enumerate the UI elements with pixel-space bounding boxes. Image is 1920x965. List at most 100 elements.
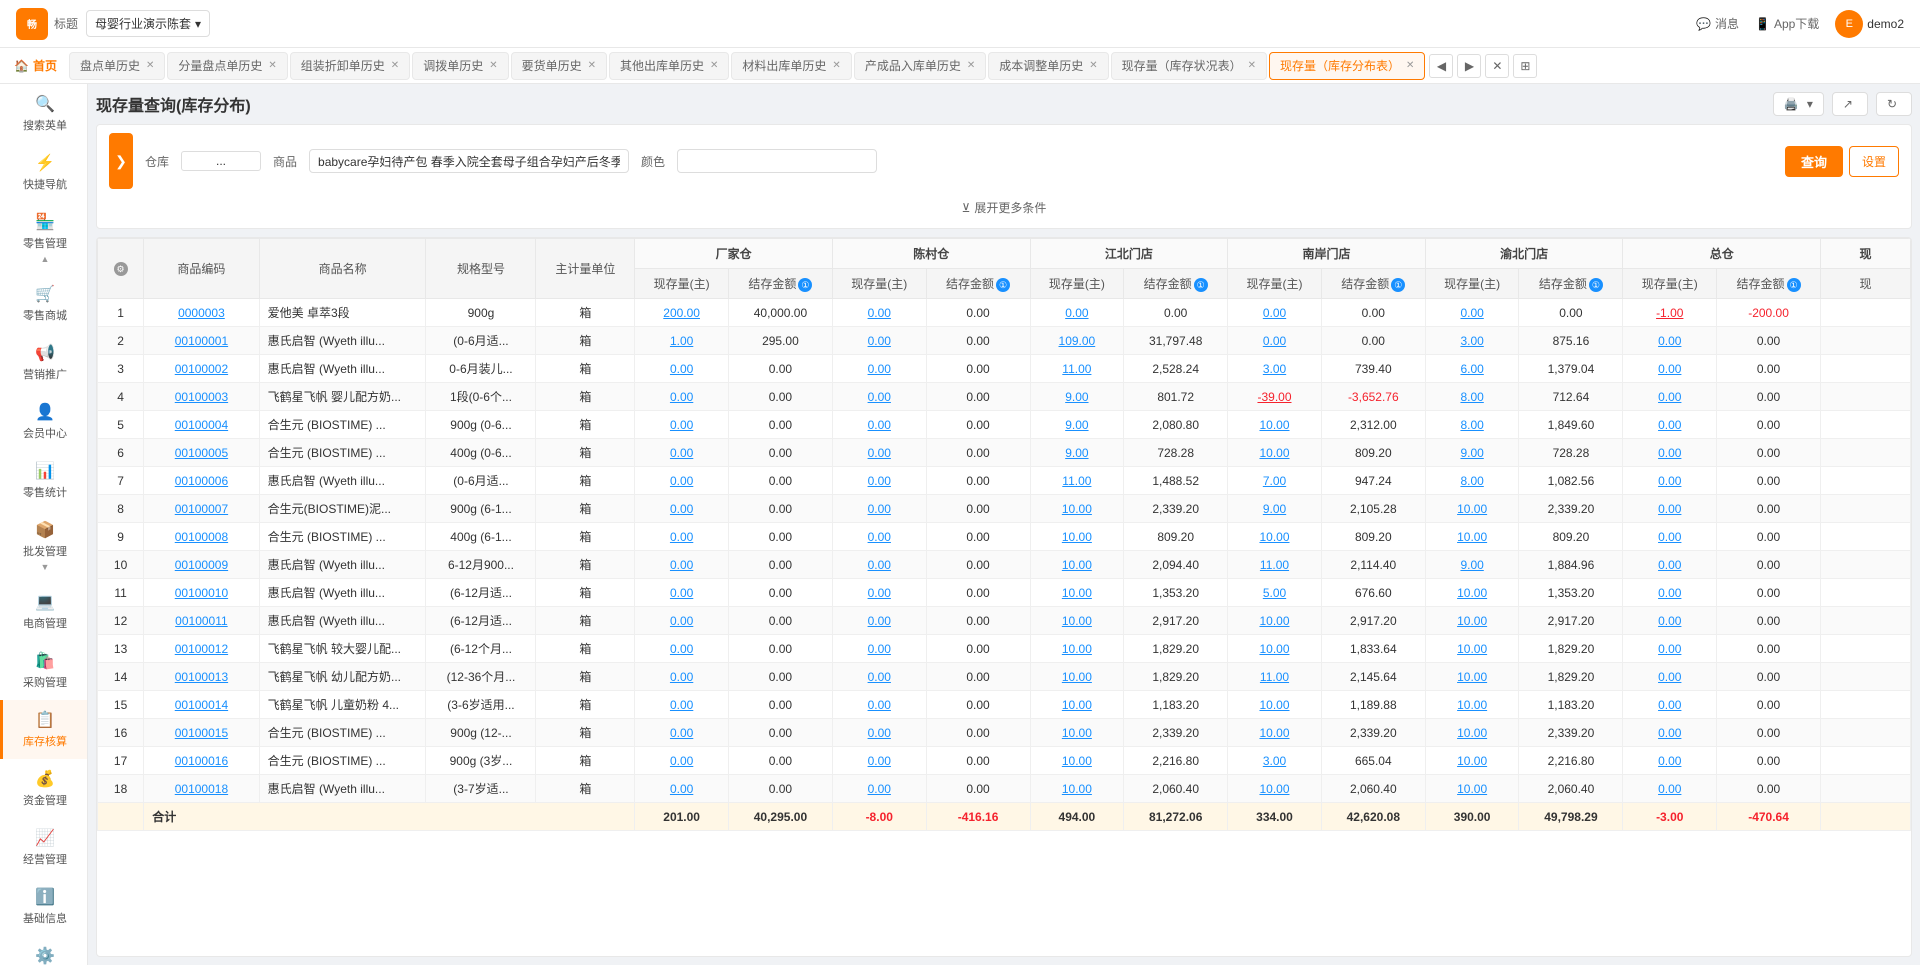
cell-na-qty[interactable]: 11.00 — [1228, 551, 1322, 579]
cell-cc-qty[interactable]: 0.00 — [832, 607, 926, 635]
sidebar-item-operations[interactable]: 📈 经营管理 — [0, 818, 87, 877]
cell-yb-qty[interactable]: 10.00 — [1425, 607, 1519, 635]
cell-na-qty[interactable]: 10.00 — [1228, 775, 1322, 803]
cell-yb-qty[interactable]: 10.00 — [1425, 635, 1519, 663]
cell-na-qty[interactable]: 0.00 — [1228, 299, 1322, 327]
tab-stock-dist[interactable]: 现存量（库存分布表） ✕ — [1269, 52, 1425, 80]
cell-jb-qty[interactable]: 9.00 — [1030, 411, 1124, 439]
cell-cc-qty[interactable]: 0.00 — [832, 551, 926, 579]
sidebar-item-system[interactable]: ⚙️ 系统管理 — [0, 936, 87, 965]
cell-cc-qty[interactable]: 0.00 — [832, 411, 926, 439]
tab-other-out[interactable]: 其他出库单历史 ✕ — [609, 52, 729, 80]
cell-total-qty[interactable]: 0.00 — [1623, 663, 1717, 691]
cell-yb-qty[interactable]: 10.00 — [1425, 523, 1519, 551]
cell-code[interactable]: 0000003 — [144, 299, 259, 327]
cell-yb-qty[interactable]: 10.00 — [1425, 579, 1519, 607]
app-download-btn[interactable]: 📱 App下载 — [1755, 15, 1819, 32]
close-icon[interactable]: ✕ — [391, 60, 399, 71]
cell-code[interactable]: 00100015 — [144, 719, 259, 747]
tab-prev-btn[interactable]: ◀ — [1429, 54, 1453, 78]
sidebar-item-members[interactable]: 👤 会员中心 — [0, 392, 87, 451]
cell-cf-qty[interactable]: 200.00 — [635, 299, 729, 327]
sidebar-item-basic[interactable]: ℹ️ 基础信息 — [0, 877, 87, 936]
cell-cf-qty[interactable]: 0.00 — [635, 663, 729, 691]
cell-total-qty[interactable]: 0.00 — [1623, 551, 1717, 579]
cell-jb-qty[interactable]: 10.00 — [1030, 495, 1124, 523]
user-area[interactable]: E demo2 — [1835, 10, 1904, 38]
cell-na-qty[interactable]: 10.00 — [1228, 607, 1322, 635]
cell-na-qty[interactable]: 10.00 — [1228, 411, 1322, 439]
cell-na-qty[interactable]: 3.00 — [1228, 747, 1322, 775]
setting-btn[interactable]: 设置 — [1849, 146, 1899, 177]
cell-cf-qty[interactable]: 0.00 — [635, 355, 729, 383]
cell-jb-qty[interactable]: 11.00 — [1030, 355, 1124, 383]
cell-cc-qty[interactable]: 0.00 — [832, 439, 926, 467]
tab-close-all-btn[interactable]: ✕ — [1485, 54, 1509, 78]
cell-total-qty[interactable]: -1.00 — [1623, 299, 1717, 327]
cell-yb-qty[interactable]: 10.00 — [1425, 663, 1519, 691]
info-icon[interactable]: ① — [1589, 278, 1603, 292]
cell-code[interactable]: 00100004 — [144, 411, 259, 439]
cell-code[interactable]: 00100016 — [144, 747, 259, 775]
cell-code[interactable]: 00100006 — [144, 467, 259, 495]
cell-cc-qty[interactable]: 0.00 — [832, 299, 926, 327]
cell-cf-qty[interactable]: 0.00 — [635, 551, 729, 579]
cell-na-qty[interactable]: 10.00 — [1228, 691, 1322, 719]
cell-jb-qty[interactable]: 11.00 — [1030, 467, 1124, 495]
cell-code[interactable]: 00100002 — [144, 355, 259, 383]
cell-cc-qty[interactable]: 0.00 — [832, 719, 926, 747]
cell-na-qty[interactable]: 3.00 — [1228, 355, 1322, 383]
print-btn[interactable]: 🖨️ ▾ — [1773, 92, 1824, 116]
cell-total-qty[interactable]: 0.00 — [1623, 411, 1717, 439]
cell-total-qty[interactable]: 0.00 — [1623, 579, 1717, 607]
cell-na-qty[interactable]: 9.00 — [1228, 495, 1322, 523]
sidebar-item-wholesale[interactable]: 📦 批发管理 ▼ — [0, 510, 87, 582]
expand-conditions-btn[interactable]: ⊻ 展开更多条件 — [954, 195, 1055, 220]
cell-cf-qty[interactable]: 0.00 — [635, 775, 729, 803]
cell-cf-qty[interactable]: 0.00 — [635, 523, 729, 551]
cell-code[interactable]: 00100003 — [144, 383, 259, 411]
sidebar-item-purchase[interactable]: 🛍️ 采购管理 — [0, 641, 87, 700]
cell-yb-qty[interactable]: 10.00 — [1425, 719, 1519, 747]
cell-cc-qty[interactable]: 0.00 — [832, 691, 926, 719]
cell-jb-qty[interactable]: 9.00 — [1030, 439, 1124, 467]
cell-code[interactable]: 00100009 — [144, 551, 259, 579]
cell-jb-qty[interactable]: 10.00 — [1030, 775, 1124, 803]
tab-next-btn[interactable]: ▶ — [1457, 54, 1481, 78]
sidebar-item-retail-stats[interactable]: 📊 零售统计 — [0, 451, 87, 510]
cell-jb-qty[interactable]: 10.00 — [1030, 579, 1124, 607]
cell-cf-qty[interactable]: 0.00 — [635, 495, 729, 523]
cell-jb-qty[interactable]: 10.00 — [1030, 523, 1124, 551]
cell-yb-qty[interactable]: 10.00 — [1425, 691, 1519, 719]
cell-code[interactable]: 00100012 — [144, 635, 259, 663]
sidebar-item-inventory[interactable]: 📋 库存核算 — [0, 700, 87, 759]
sidebar-item-finance[interactable]: 💰 资金管理 — [0, 759, 87, 818]
cell-cc-qty[interactable]: 0.00 — [832, 579, 926, 607]
cell-cc-qty[interactable]: 0.00 — [832, 495, 926, 523]
cell-cf-qty[interactable]: 0.00 — [635, 747, 729, 775]
info-icon[interactable]: ① — [798, 278, 812, 292]
cell-jb-qty[interactable]: 0.00 — [1030, 299, 1124, 327]
cell-code[interactable]: 00100001 — [144, 327, 259, 355]
cell-na-qty[interactable]: -39.00 — [1228, 383, 1322, 411]
cell-jb-qty[interactable]: 9.00 — [1030, 383, 1124, 411]
tab-transfer[interactable]: 调拨单历史 ✕ — [412, 52, 508, 80]
cell-yb-qty[interactable]: 10.00 — [1425, 495, 1519, 523]
cell-na-qty[interactable]: 10.00 — [1228, 635, 1322, 663]
product-input[interactable] — [309, 149, 629, 173]
cell-code[interactable]: 00100010 — [144, 579, 259, 607]
cell-code[interactable]: 00100013 — [144, 663, 259, 691]
cell-total-qty[interactable]: 0.00 — [1623, 719, 1717, 747]
close-icon[interactable]: ✕ — [588, 60, 596, 71]
cell-cc-qty[interactable]: 0.00 — [832, 747, 926, 775]
cell-na-qty[interactable]: 11.00 — [1228, 663, 1322, 691]
cell-jb-qty[interactable]: 109.00 — [1030, 327, 1124, 355]
close-icon[interactable]: ✕ — [146, 60, 154, 71]
sidebar-item-ecommerce[interactable]: 💻 电商管理 — [0, 582, 87, 641]
cell-cf-qty[interactable]: 0.00 — [635, 691, 729, 719]
cell-cf-qty[interactable]: 0.00 — [635, 635, 729, 663]
close-icon[interactable]: ✕ — [710, 60, 718, 71]
sidebar-item-retail-mgmt[interactable]: 🏪 零售管理 ▲ — [0, 202, 87, 274]
close-icon[interactable]: ✕ — [832, 60, 840, 71]
cell-yb-qty[interactable]: 8.00 — [1425, 383, 1519, 411]
